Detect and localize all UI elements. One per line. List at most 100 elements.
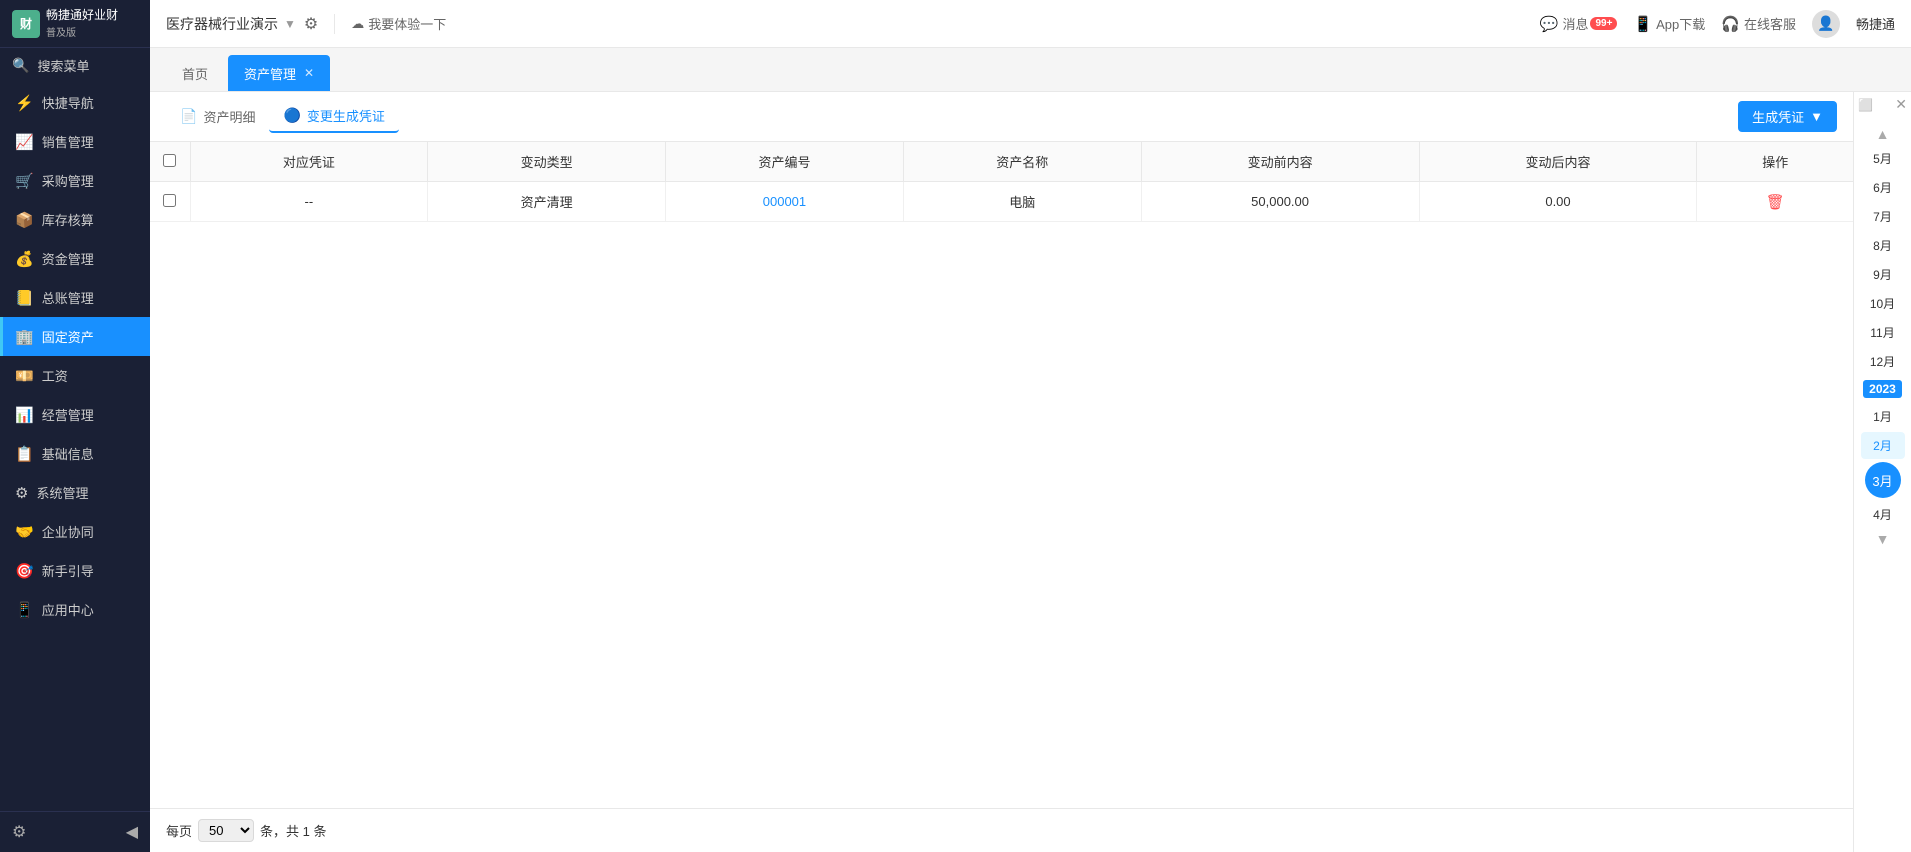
pagination: 每页 50 10 20 100 条，共 1 条 [150,808,1853,852]
generate-voucher-label: 生成凭证 [1752,107,1804,126]
date-scroll-down-btn[interactable]: ▼ [1869,529,1897,549]
topbar-divider [334,14,335,34]
date-month-nov[interactable]: 11月 [1861,319,1905,346]
inventory-icon: 📦 [15,211,34,229]
date-month-mar[interactable]: 3月 [1865,462,1901,498]
sidebar-item-enterprise[interactable]: 🤝 企业协同 [0,512,150,551]
sidebar-item-guide[interactable]: 🎯 新手引导 [0,551,150,590]
table-wrap: 对应凭证 变动类型 资产编号 资产名称 变动前内容 变动后内容 操作 [150,142,1853,808]
generate-voucher-button[interactable]: 生成凭证 ▼ [1738,101,1837,132]
message-badge: 99+ [1590,17,1617,30]
table-header-asset-number: 资产编号 [666,142,904,182]
tab-home[interactable]: 首页 [166,55,224,91]
content-area: 📄 资产明细 🔵 变更生成凭证 生成凭证 ▼ [150,92,1853,852]
date-month-jun[interactable]: 6月 [1861,174,1905,201]
main-area: 医疗器械行业演示 ▼ ⚙ ☁ 我要体验一下 💬 消息 99+ 📱 App下载 🎧… [150,0,1911,852]
settings-icon[interactable]: ⚙ [12,822,26,842]
customer-service-btn[interactable]: 🎧 在线客服 [1721,14,1796,33]
table-header-asset-name: 资产名称 [903,142,1141,182]
sidebar-item-fixed-assets[interactable]: 🏢 固定资产 [0,317,150,356]
username-label[interactable]: 畅捷通 [1856,14,1895,33]
date-month-oct[interactable]: 10月 [1861,290,1905,317]
company-name: 医疗器械行业演示 [166,14,278,34]
cloud-icon: ☁ [351,16,364,32]
search-label: 搜索菜单 [37,56,89,75]
date-month-dec[interactable]: 12月 [1861,348,1905,375]
select-all-checkbox[interactable] [163,154,176,167]
ledger-icon: 📒 [15,289,34,307]
message-btn[interactable]: 💬 消息 99+ [1540,14,1618,33]
panel-expand-icon[interactable]: ⬜ [1858,98,1873,112]
date-month-may[interactable]: 5月 [1861,145,1905,172]
date-scroll-up-btn[interactable]: ▲ [1869,124,1897,144]
app-download-label: App下载 [1656,14,1705,33]
sidebar-item-quick-nav[interactable]: ⚡ 快捷导航 [0,83,150,122]
sidebar-item-label: 基础信息 [42,444,94,463]
subtab-asset-detail-label: 资产明细 [203,107,255,126]
sidebar-item-ledger[interactable]: 📒 总账管理 [0,278,150,317]
total-label: 条，共 1 条 [260,821,326,840]
subtab-change-voucher-label: 变更生成凭证 [307,106,385,125]
subtab-change-voucher[interactable]: 🔵 变更生成凭证 [269,100,398,133]
row-asset-number: 000001 [666,182,904,222]
tab-asset-mgmt[interactable]: 资产管理 ✕ [228,55,330,91]
date-month-aug[interactable]: 8月 [1861,232,1905,259]
tab-asset-mgmt-label: 资产管理 [244,64,296,83]
row-voucher: -- [190,182,428,222]
tab-close-icon[interactable]: ✕ [304,66,314,80]
sidebar-item-system[interactable]: ⚙ 系统管理 [0,473,150,512]
table-header-change-type: 变动类型 [428,142,666,182]
date-month-jan[interactable]: 1月 [1861,403,1905,430]
subtab-asset-detail[interactable]: 📄 资产明细 [166,101,269,132]
date-month-feb[interactable]: 2月 [1861,432,1905,459]
per-page-select[interactable]: 50 10 20 100 [198,819,254,842]
sidebar-item-label: 经营管理 [42,405,94,424]
sidebar-search[interactable]: 🔍 搜索菜单 [0,48,150,83]
sidebar-item-payroll[interactable]: 💴 工资 [0,356,150,395]
system-icon: ⚙ [15,484,28,502]
sidebar-item-purchase[interactable]: 🛒 采购管理 [0,161,150,200]
company-selector[interactable]: 医疗器械行业演示 ▼ [166,14,296,34]
date-month-jul[interactable]: 7月 [1861,203,1905,230]
sidebar-item-label: 总账管理 [42,288,94,307]
sidebar-item-sales[interactable]: 📈 销售管理 [0,122,150,161]
row-checkbox-cell [150,182,190,222]
app-download-btn[interactable]: 📱 App下载 [1633,14,1705,33]
guide-icon: 🎯 [15,562,34,580]
sidebar-item-finance[interactable]: 💰 资金管理 [0,239,150,278]
tabbar: 首页 资产管理 ✕ [150,48,1911,92]
table-header-before: 变动前内容 [1141,142,1419,182]
download-icon: 📱 [1633,15,1652,33]
sidebar-item-app-center[interactable]: 📱 应用中心 [0,590,150,629]
row-checkbox[interactable] [163,194,176,207]
table-header-after: 变动后内容 [1419,142,1697,182]
topbar-settings-icon[interactable]: ⚙ [304,14,318,34]
asset-table: 对应凭证 变动类型 资产编号 资产名称 变动前内容 变动后内容 操作 [150,142,1853,222]
date-month-apr[interactable]: 4月 [1861,501,1905,528]
sidebar-item-inventory[interactable]: 📦 库存核算 [0,200,150,239]
quick-nav-icon: ⚡ [15,94,34,112]
logo-name: 畅捷通好业财 [46,8,118,24]
sales-icon: 📈 [15,133,34,151]
basic-info-icon: 📋 [15,445,34,463]
collapse-icon[interactable]: ◀ [126,822,138,842]
right-date-panel: ✕ ⬜ ▲ 5月 6月 7月 8月 9月 10月 11月 12月 2023 1月… [1853,92,1911,852]
per-page-label: 每页 [166,821,192,840]
sidebar-item-basic-info[interactable]: 📋 基础信息 [0,434,150,473]
sidebar-item-operations[interactable]: 📊 经营管理 [0,395,150,434]
user-avatar[interactable]: 👤 [1812,10,1840,38]
sidebar-item-label: 资金管理 [42,249,94,268]
panel-close-icon[interactable]: ✕ [1895,96,1907,113]
sidebar-item-label: 企业协同 [42,522,94,541]
logo-sub: 普及版 [46,24,118,39]
finance-icon: 💰 [15,250,34,268]
topbar-right: 💬 消息 99+ 📱 App下载 🎧 在线客服 👤 畅捷通 [1540,10,1895,38]
cloud-label: 我要体验一下 [368,14,446,33]
sidebar-item-label: 新手引导 [42,561,94,580]
sidebar-item-label: 系统管理 [36,483,88,502]
date-month-sep[interactable]: 9月 [1861,261,1905,288]
topbar-cloud-btn[interactable]: ☁ 我要体验一下 [351,14,446,33]
fixed-assets-icon: 🏢 [15,328,34,346]
delete-row-button[interactable]: 🗑 [1766,194,1785,211]
year-badge: 2023 [1863,380,1902,398]
